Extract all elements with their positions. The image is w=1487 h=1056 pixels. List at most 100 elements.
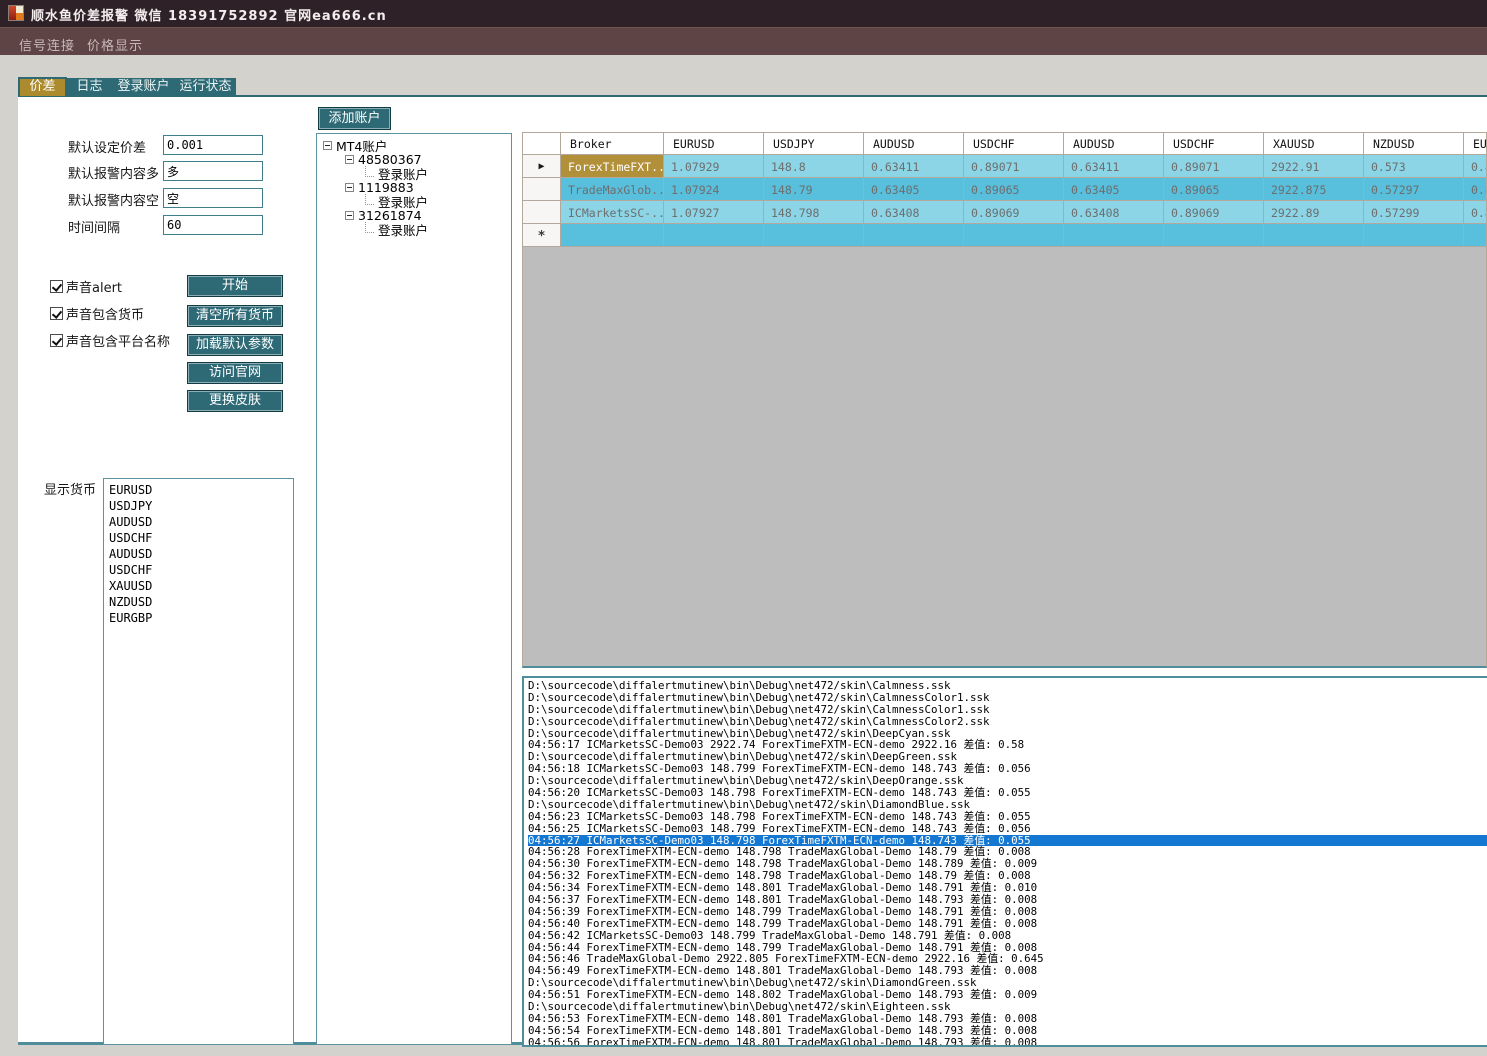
price-cell[interactable]: 0.83 xyxy=(1464,201,1486,224)
price-cell[interactable]: 0.63408 xyxy=(864,201,964,224)
grid-column-header[interactable]: USDCHF xyxy=(964,133,1064,155)
collapse-toggle-icon[interactable] xyxy=(323,140,332,150)
price-cell[interactable] xyxy=(964,224,1064,247)
price-cell[interactable]: 1.07929 xyxy=(664,155,764,178)
price-cell[interactable]: 0.63405 xyxy=(1064,178,1164,201)
grid-column-header[interactable]: EURGBP xyxy=(1464,133,1486,155)
price-cell[interactable]: 148.79 xyxy=(764,178,864,201)
price-cell[interactable] xyxy=(561,224,664,247)
grid-column-header[interactable]: NZDUSD xyxy=(1364,133,1464,155)
grid-column-header[interactable]: USDJPY xyxy=(764,133,864,155)
log-line[interactable]: 04:56:56 ForexTimeFXTM-ECN-demo 148.801 … xyxy=(528,1036,1487,1045)
tab-run-status[interactable]: 运行状态 xyxy=(175,78,236,96)
log-line[interactable]: 04:56:40 ForexTimeFXTM-ECN-demo 148.799 … xyxy=(528,917,1487,930)
price-cell[interactable]: 0.83 xyxy=(1464,178,1486,201)
price-cell[interactable]: 0.89071 xyxy=(1164,155,1264,178)
price-cell[interactable]: 0.57297 xyxy=(1364,178,1464,201)
price-cell[interactable] xyxy=(864,224,964,247)
grid-column-header[interactable]: XAUUSD xyxy=(1264,133,1364,155)
price-cell[interactable]: 0.63411 xyxy=(864,155,964,178)
price-cell[interactable]: 0.83 xyxy=(1464,155,1486,178)
grid-data-row[interactable]: ▶ ForexTimeFXT... 1.07929 148.8 0.63411 0.890… xyxy=(523,155,1486,178)
log-output[interactable]: D:\sourcecode\diffalertmutinew\bin\Debug… xyxy=(522,676,1487,1047)
checkbox-box[interactable] xyxy=(50,280,63,293)
grid-data-row[interactable]: TradeMaxGlob... 1.07924 148.79 0.63405 0.890… xyxy=(523,178,1486,201)
sound-alert-checkbox[interactable]: 声音alert xyxy=(50,279,122,296)
tree-node-mt4-root[interactable]: MT4账户 xyxy=(321,138,511,154)
start-button[interactable]: 开始 xyxy=(187,275,283,297)
price-grid[interactable]: Broker EURUSD USDJPY AUDUSD USDCHF AUDUSD USDC… xyxy=(522,132,1487,668)
currency-listbox[interactable]: EURUSD USDJPY AUDUSD USDCHF AUDUSD USDCHF XAUU… xyxy=(103,478,294,1045)
log-line[interactable]: 04:56:25 ICMarketsSC-Demo03 148.799 Fore… xyxy=(528,822,1487,835)
price-cell[interactable] xyxy=(1064,224,1164,247)
price-cell[interactable]: 0.89069 xyxy=(1164,201,1264,224)
accounts-tree[interactable]: MT4账户 48580367 登录账户 1119883 登录账户 31261874 登录账户 xyxy=(316,133,512,1045)
load-defaults-button[interactable]: 加载默认参数 xyxy=(187,334,283,356)
tree-node-login-account[interactable]: 登录账户 xyxy=(321,165,511,182)
price-cell[interactable]: 0.89069 xyxy=(964,201,1064,224)
price-cell[interactable]: 148.8 xyxy=(764,155,864,178)
price-cell[interactable] xyxy=(1464,224,1486,247)
price-cell[interactable]: 148.798 xyxy=(764,201,864,224)
change-skin-button[interactable]: 更换皮肤 xyxy=(187,390,283,412)
broker-cell[interactable]: TradeMaxGlob... xyxy=(561,178,664,201)
price-cell[interactable]: 0.63408 xyxy=(1064,201,1164,224)
price-cell[interactable] xyxy=(1264,224,1364,247)
tab-login-account[interactable]: 登录账户 xyxy=(112,78,175,96)
grid-data-row[interactable]: ICMarketsSC-... 1.07927 148.798 0.63408 0.89… xyxy=(523,201,1486,224)
price-cell[interactable] xyxy=(1364,224,1464,247)
currency-item[interactable]: USDJPY xyxy=(109,498,293,514)
grid-column-header[interactable]: Broker xyxy=(561,133,664,155)
alert-content-short-input[interactable] xyxy=(163,188,263,208)
tree-node-login-account[interactable]: 登录账户 xyxy=(321,221,511,238)
price-cell[interactable] xyxy=(764,224,864,247)
broker-cell[interactable]: ForexTimeFXT... xyxy=(561,155,664,178)
menu-item-price-display[interactable]: 价格显示 xyxy=(87,35,143,54)
collapse-toggle-icon[interactable] xyxy=(345,154,354,164)
default-spread-input[interactable] xyxy=(163,135,263,155)
currency-item[interactable]: USDCHF xyxy=(109,530,293,546)
grid-new-row[interactable]: * xyxy=(523,224,1486,247)
log-line[interactable]: D:\sourcecode\diffalertmutinew\bin\Debug… xyxy=(528,715,1487,728)
price-cell[interactable]: 0.89065 xyxy=(1164,178,1264,201)
alert-content-long-input[interactable] xyxy=(163,161,263,181)
price-cell[interactable]: 0.57299 xyxy=(1364,201,1464,224)
price-cell[interactable]: 0.63405 xyxy=(864,178,964,201)
price-cell[interactable]: 2922.875 xyxy=(1264,178,1364,201)
currency-item[interactable]: EURUSD xyxy=(109,482,293,498)
sound-include-currency-checkbox[interactable]: 声音包含货币 xyxy=(50,306,144,323)
menu-item-signal-connection[interactable]: 信号连接 xyxy=(19,35,75,54)
price-cell[interactable]: 1.07927 xyxy=(664,201,764,224)
add-account-button[interactable]: 添加账户 xyxy=(318,107,391,130)
checkbox-box[interactable] xyxy=(50,334,63,347)
tab-price-diff[interactable]: 价差 xyxy=(18,77,67,96)
currency-item[interactable]: AUDUSD xyxy=(109,546,293,562)
collapse-toggle-icon[interactable] xyxy=(345,210,354,220)
checkbox-box[interactable] xyxy=(50,307,63,320)
grid-row-header[interactable] xyxy=(523,178,561,201)
price-cell[interactable] xyxy=(664,224,764,247)
clear-currencies-button[interactable]: 清空所有货币 xyxy=(187,305,283,327)
grid-column-header[interactable]: EURUSD xyxy=(664,133,764,155)
currency-item[interactable]: XAUUSD xyxy=(109,578,293,594)
visit-website-button[interactable]: 访问官网 xyxy=(187,362,283,384)
price-cell[interactable]: 2922.89 xyxy=(1264,201,1364,224)
log-line[interactable]: 04:56:54 ForexTimeFXTM-ECN-demo 148.801 … xyxy=(528,1024,1487,1037)
log-line[interactable]: 04:56:42 ICMarketsSC-Demo03 148.799 Trad… xyxy=(528,929,1487,942)
price-cell[interactable]: 2922.91 xyxy=(1264,155,1364,178)
currency-item[interactable]: NZDUSD xyxy=(109,594,293,610)
tab-log[interactable]: 日志 xyxy=(67,78,112,96)
grid-row-header[interactable]: * xyxy=(523,224,561,247)
price-cell[interactable]: 1.07924 xyxy=(664,178,764,201)
price-cell[interactable] xyxy=(1164,224,1264,247)
tree-node-login-account[interactable]: 登录账户 xyxy=(321,193,511,210)
price-cell[interactable]: 0.89065 xyxy=(964,178,1064,201)
grid-row-header[interactable]: ▶ xyxy=(523,155,561,178)
price-cell[interactable]: 0.89071 xyxy=(964,155,1064,178)
currency-item[interactable]: AUDUSD xyxy=(109,514,293,530)
log-line[interactable]: D:\sourcecode\diffalertmutinew\bin\Debug… xyxy=(528,799,1487,811)
currency-item[interactable]: EURGBP xyxy=(109,610,293,626)
currency-item[interactable]: USDCHF xyxy=(109,562,293,578)
grid-column-header[interactable]: USDCHF xyxy=(1164,133,1264,155)
log-line[interactable]: D:\sourcecode\diffalertmutinew\bin\Debug… xyxy=(528,691,1487,704)
